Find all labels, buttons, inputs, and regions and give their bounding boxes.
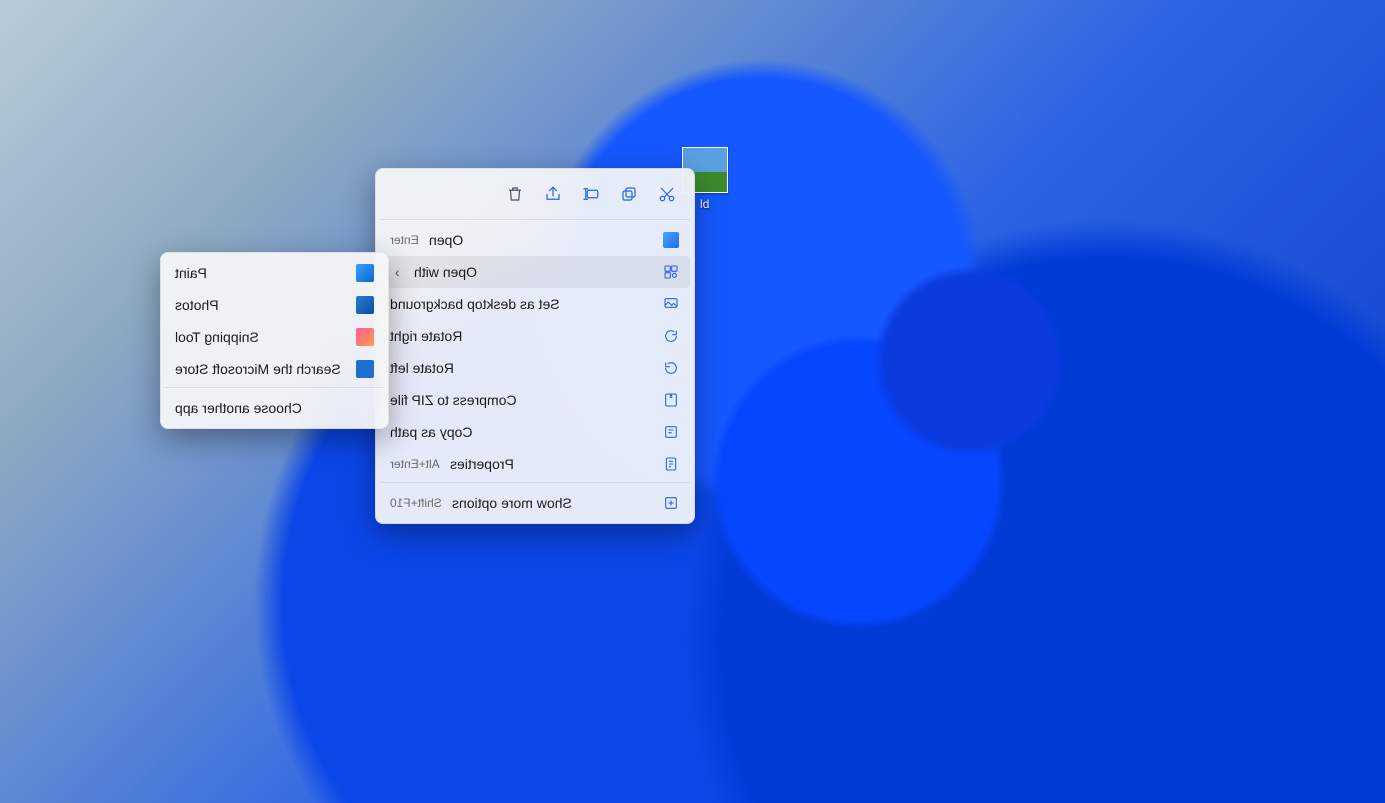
context-menu: Open Enter Open with › Set as desktop ba… [375, 168, 695, 524]
blank-icon [356, 399, 374, 417]
menu-item-label: Show more options [452, 495, 572, 511]
snipping-tool-app-icon [356, 328, 374, 346]
menu-item-rotate-right[interactable]: Rotate right [380, 320, 690, 352]
menu-item-label: Properties [450, 456, 514, 472]
share-button[interactable] [536, 177, 570, 211]
submenu-item-search-store[interactable]: Search the Microsoft Store [165, 353, 384, 385]
submenu-item-label: Choose another app [175, 400, 302, 416]
properties-icon [662, 455, 680, 473]
paint-app-icon [356, 264, 374, 282]
trash-icon [506, 185, 524, 203]
menu-item-show-more[interactable]: Show more options Shift+F10 [380, 487, 690, 519]
menu-item-label: Set as desktop background [390, 296, 560, 312]
copy-button[interactable] [612, 177, 646, 211]
context-menu-toolbar [380, 173, 690, 217]
submenu-item-paint[interactable]: Paint [165, 257, 384, 289]
copy-path-icon [662, 423, 680, 441]
submenu-item-choose-another[interactable]: Choose another app [165, 392, 384, 424]
photos-app-icon [356, 296, 374, 314]
menu-item-shortcut: Shift+F10 [390, 496, 442, 510]
menu-separator [380, 482, 690, 483]
menu-item-label: Rotate left [390, 360, 454, 376]
chevron-right-icon: › [390, 264, 404, 280]
menu-item-rotate-left[interactable]: Rotate left [380, 352, 690, 384]
rename-icon [582, 185, 600, 203]
share-icon [544, 185, 562, 203]
scissors-icon [658, 185, 676, 203]
menu-item-shortcut: Enter [390, 233, 419, 247]
menu-item-copy-path[interactable]: Copy as path [380, 416, 690, 448]
more-options-icon [662, 494, 680, 512]
menu-item-label: Rotate right [390, 328, 462, 344]
menu-item-open[interactable]: Open Enter [380, 224, 690, 256]
menu-item-open-with[interactable]: Open with › [380, 256, 690, 288]
cut-button[interactable] [650, 177, 684, 211]
menu-item-label: Copy as path [390, 424, 473, 440]
submenu-item-label: Search the Microsoft Store [175, 361, 341, 377]
menu-separator [165, 387, 384, 388]
desktop[interactable]: bl [0, 0, 1385, 803]
photo-icon [662, 231, 680, 249]
menu-separator [380, 219, 690, 220]
menu-item-compress-zip[interactable]: Compress to ZIP file [380, 384, 690, 416]
open-with-submenu: Paint Photos Snipping Tool Search the Mi… [160, 252, 389, 429]
submenu-item-snipping-tool[interactable]: Snipping Tool [165, 321, 384, 353]
submenu-item-photos[interactable]: Photos [165, 289, 384, 321]
menu-item-label: Open with [414, 264, 477, 280]
menu-item-label: Compress to ZIP file [390, 392, 517, 408]
menu-item-label: Open [429, 232, 463, 248]
delete-button[interactable] [498, 177, 532, 211]
rename-button[interactable] [574, 177, 608, 211]
menu-item-properties[interactable]: Properties Alt+Enter [380, 448, 690, 480]
open-with-icon [662, 263, 680, 281]
zip-icon [662, 391, 680, 409]
rotate-left-icon [662, 359, 680, 377]
menu-item-set-background[interactable]: Set as desktop background [380, 288, 690, 320]
submenu-item-label: Paint [175, 265, 207, 281]
copy-icon [620, 185, 638, 203]
menu-item-shortcut: Alt+Enter [390, 457, 440, 471]
desktop-background-icon [662, 295, 680, 313]
microsoft-store-icon [356, 360, 374, 378]
submenu-item-label: Photos [175, 297, 219, 313]
desktop-file-label: bl [700, 197, 709, 211]
submenu-item-label: Snipping Tool [175, 329, 259, 345]
rotate-right-icon [662, 327, 680, 345]
